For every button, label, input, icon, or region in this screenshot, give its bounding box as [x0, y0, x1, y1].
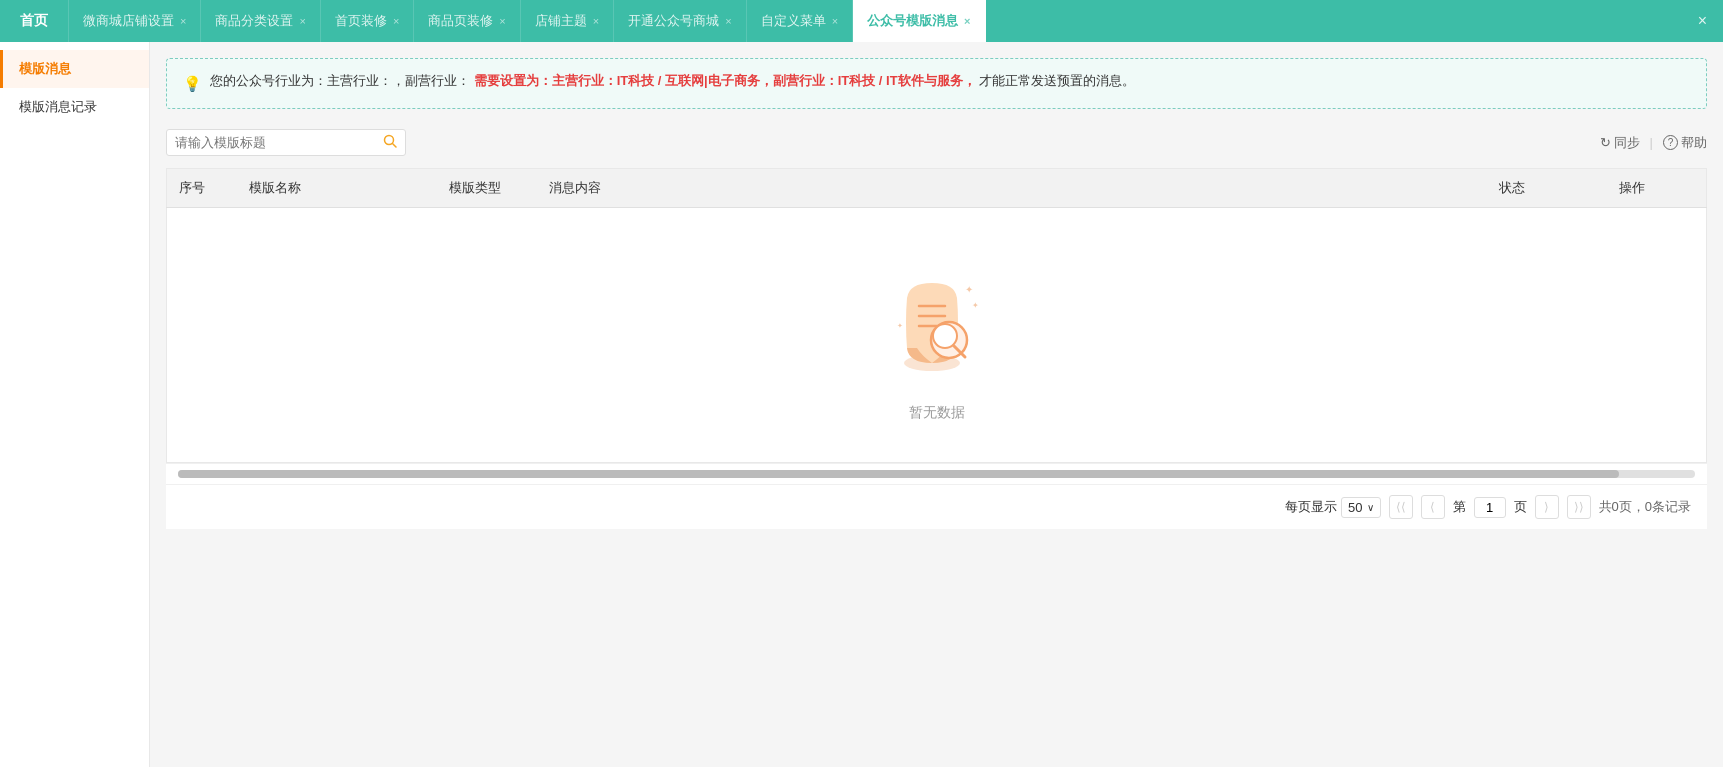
notice-text: 您的公众号行业为：主营行业：，副营行业： 需要设置为：主营行业：IT科技 / 互…: [210, 71, 1135, 92]
data-table: 序号 模版名称 模版类型 消息内容 状态 操作: [166, 168, 1707, 463]
search-icon: [383, 134, 397, 148]
nav-tab-homepage-decor[interactable]: 首页装修 ×: [321, 0, 414, 42]
nav-tab-open-mall-label: 开通公众号商城: [628, 12, 719, 30]
sidebar: 模版消息 模版消息记录: [0, 42, 150, 767]
scrollbar-thumb[interactable]: [178, 470, 1619, 478]
help-label: 帮助: [1681, 134, 1707, 152]
table-header-row: 序号 模版名称 模版类型 消息内容 状态 操作: [167, 169, 1707, 208]
svg-line-1: [393, 144, 397, 148]
nav-tab-product-decor-label: 商品页装修: [428, 12, 493, 30]
page-total: 共0页，0条记录: [1599, 498, 1691, 516]
nav-tab-product-category-close[interactable]: ×: [299, 16, 305, 27]
nav-tab-template-msg[interactable]: 公众号模版消息 ×: [853, 0, 985, 42]
svg-text:✦: ✦: [972, 301, 979, 310]
help-button[interactable]: ? 帮助: [1663, 134, 1707, 152]
sync-label: 同步: [1614, 134, 1640, 152]
search-button[interactable]: [383, 134, 397, 151]
sidebar-item-template-msg[interactable]: 模版消息: [0, 50, 149, 88]
nav-tab-product-decor[interactable]: 商品页装修 ×: [414, 0, 520, 42]
empty-text: 暂无数据: [909, 404, 965, 422]
nav-tab-shop-theme-close[interactable]: ×: [593, 16, 599, 27]
page-size-dropdown[interactable]: 50 ∨: [1341, 497, 1380, 518]
page-first-button[interactable]: ⟨⟨: [1389, 495, 1413, 519]
table-header: 序号 模版名称 模版类型 消息内容 状态 操作: [167, 169, 1707, 208]
nav-tab-product-category-label: 商品分类设置: [215, 12, 293, 30]
page-prev-button[interactable]: ⟨: [1421, 495, 1445, 519]
nav-tab-wechat-shop-close[interactable]: ×: [180, 16, 186, 27]
notice-prefix: 您的公众号行业为：主营行业：，副营行业：: [210, 73, 470, 88]
nav-tab-shop-theme-label: 店铺主题: [535, 12, 587, 30]
nav-tab-wechat-shop-label: 微商城店铺设置: [83, 12, 174, 30]
toolbar-right: ↻ 同步 | ? 帮助: [1600, 134, 1707, 152]
help-circle-icon: ?: [1663, 135, 1678, 150]
top-nav: 首页 微商城店铺设置 × 商品分类设置 × 首页装修 × 商品页装修 × 店铺主…: [0, 0, 1723, 42]
page-label: 第: [1453, 498, 1466, 516]
col-action: 操作: [1607, 169, 1707, 208]
nav-tab-home[interactable]: 首页: [0, 0, 69, 42]
notice-bulb-icon: 💡: [183, 72, 202, 96]
content-area: 💡 您的公众号行业为：主营行业：，副营行业： 需要设置为：主营行业：IT科技 /…: [150, 42, 1723, 767]
toolbar-divider: |: [1650, 135, 1653, 150]
search-input-wrap: [166, 129, 406, 156]
sync-icon: ↻: [1600, 135, 1611, 150]
sidebar-item-template-msg-record[interactable]: 模版消息记录: [0, 88, 149, 126]
svg-text:✦: ✦: [965, 284, 973, 295]
main-layout: 模版消息 模版消息记录 💡 您的公众号行业为：主营行业：，副营行业： 需要设置为…: [0, 42, 1723, 767]
nav-tab-shop-theme[interactable]: 店铺主题 ×: [521, 0, 614, 42]
nav-tab-custom-menu-close[interactable]: ×: [832, 16, 838, 27]
col-type: 模版类型: [437, 169, 537, 208]
sidebar-item-template-msg-label: 模版消息: [19, 61, 71, 76]
svg-point-7: [933, 324, 957, 348]
page-input[interactable]: [1474, 497, 1506, 518]
col-content: 消息内容: [537, 169, 1487, 208]
search-input[interactable]: [175, 135, 383, 150]
sync-button[interactable]: ↻ 同步: [1600, 134, 1640, 152]
nav-close-all-button[interactable]: ×: [1682, 0, 1723, 42]
nav-tab-custom-menu-label: 自定义菜单: [761, 12, 826, 30]
nav-tab-open-mall-close[interactable]: ×: [725, 16, 731, 27]
sidebar-item-template-msg-record-label: 模版消息记录: [19, 99, 97, 114]
page-last-button[interactable]: ⟩⟩: [1567, 495, 1591, 519]
page-size-select: 每页显示 50 ∨: [1285, 497, 1380, 518]
col-status: 状态: [1487, 169, 1607, 208]
page-unit: 页: [1514, 498, 1527, 516]
nav-tab-product-category[interactable]: 商品分类设置 ×: [201, 0, 320, 42]
scrollbar-row: [166, 463, 1707, 484]
col-seq: 序号: [167, 169, 237, 208]
search-bar: ↻ 同步 | ? 帮助: [166, 129, 1707, 156]
notice-box: 💡 您的公众号行业为：主营行业：，副营行业： 需要设置为：主营行业：IT科技 /…: [166, 58, 1707, 109]
pagination: 每页显示 50 ∨ ⟨⟨ ⟨ 第 页 ⟩ ⟩⟩ 共0页，0条记录: [166, 484, 1707, 529]
col-name: 模版名称: [237, 169, 437, 208]
scrollbar-track[interactable]: [178, 470, 1695, 478]
notice-highlight: 需要设置为：主营行业：IT科技 / 互联网|电子商务，副营行业：IT科技 / I…: [474, 73, 976, 88]
svg-text:✦: ✦: [897, 322, 903, 329]
empty-state: ✦ ✦ ✦ 暂无数据: [167, 208, 1706, 462]
empty-illustration: ✦ ✦ ✦: [877, 268, 997, 388]
nav-tab-homepage-decor-close[interactable]: ×: [393, 16, 399, 27]
nav-tab-template-msg-label: 公众号模版消息: [867, 12, 958, 30]
nav-tab-custom-menu[interactable]: 自定义菜单 ×: [747, 0, 853, 42]
chevron-down-icon: ∨: [1367, 502, 1374, 513]
nav-tab-wechat-shop[interactable]: 微商城店铺设置 ×: [69, 0, 201, 42]
nav-tab-open-mall[interactable]: 开通公众号商城 ×: [614, 0, 746, 42]
nav-tab-product-decor-close[interactable]: ×: [499, 16, 505, 27]
nav-tab-homepage-decor-label: 首页装修: [335, 12, 387, 30]
home-tab-label: 首页: [20, 12, 48, 30]
page-next-button[interactable]: ⟩: [1535, 495, 1559, 519]
table-body: ✦ ✦ ✦ 暂无数据: [167, 208, 1707, 463]
page-size-value: 50: [1348, 500, 1362, 515]
page-size-label: 每页显示: [1285, 498, 1337, 516]
empty-row: ✦ ✦ ✦ 暂无数据: [167, 208, 1707, 463]
notice-suffix: 才能正常发送预置的消息。: [979, 73, 1135, 88]
nav-tab-template-msg-close[interactable]: ×: [964, 16, 970, 27]
